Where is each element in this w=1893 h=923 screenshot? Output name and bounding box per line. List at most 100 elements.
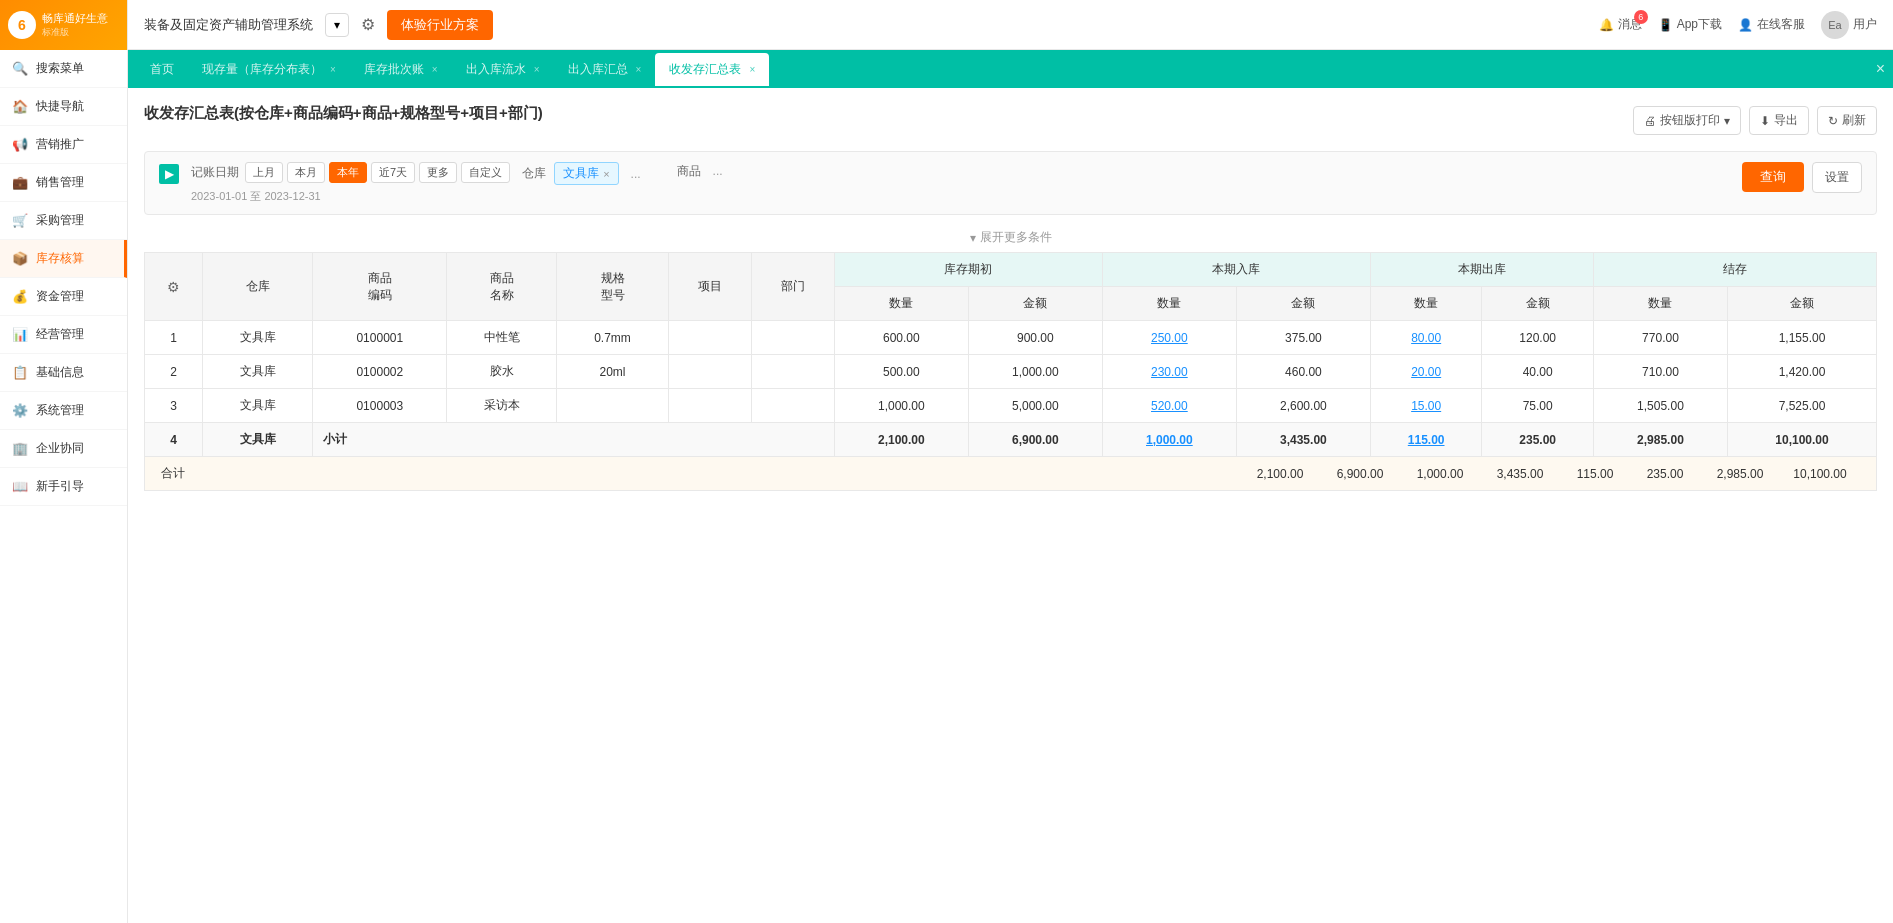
sidebar-item-guide[interactable]: 📖 新手引导 — [0, 468, 127, 506]
sidebar-item-operations[interactable]: 📊 经营管理 — [0, 316, 127, 354]
sidebar-item-finance[interactable]: 💰 资金管理 — [0, 278, 127, 316]
th-opening-qty: 数量 — [834, 287, 968, 321]
filter-warehouse-tag-close[interactable]: × — [603, 168, 609, 180]
export-button[interactable]: ⬇ 导出 — [1749, 106, 1809, 135]
row-open-qty: 1,000.00 — [834, 389, 968, 423]
subtotal-warehouse: 文具库 — [203, 423, 313, 457]
filter-btn-this-month[interactable]: 本月 — [287, 162, 325, 183]
tab-flow-close[interactable]: × — [534, 64, 540, 75]
sidebar-item-system[interactable]: ⚙️ 系统管理 — [0, 392, 127, 430]
system-dropdown[interactable]: ▾ — [325, 13, 349, 37]
sidebar-item-basicinfo[interactable]: 📋 基础信息 — [0, 354, 127, 392]
sidebar-item-sales[interactable]: 💼 销售管理 — [0, 164, 127, 202]
tab-batch-label: 库存批次账 — [364, 61, 424, 78]
sidebar-item-inventory-label: 库存核算 — [36, 250, 84, 267]
sidebar-item-basicinfo-label: 基础信息 — [36, 364, 84, 381]
th-project: 项目 — [668, 253, 751, 321]
tabbar: 首页 现存量（库存分布表） × 库存批次账 × 出入库流水 × 出入库汇总 × … — [128, 50, 1893, 88]
filter-warehouse-tag[interactable]: 文具库 × — [554, 162, 618, 185]
row-dept — [751, 355, 834, 389]
footer-out-qty: 115.00 — [1560, 467, 1630, 481]
row-out-qty[interactable]: 20.00 — [1370, 355, 1482, 389]
tab-summary-close[interactable]: × — [636, 64, 642, 75]
filter-warehouse-label: 仓库 — [522, 165, 546, 182]
search-icon: 🔍 — [12, 61, 28, 77]
sidebar-item-search[interactable]: 🔍 搜索菜单 — [0, 50, 127, 88]
row-spec — [557, 389, 669, 423]
subtotal-close-amt: 10,100.00 — [1727, 423, 1876, 457]
settings-button[interactable]: 设置 — [1812, 162, 1862, 193]
tab-receive-send-close[interactable]: × — [749, 64, 755, 75]
close-all-tabs[interactable]: × — [1876, 60, 1885, 78]
tab-inventory-dist-close[interactable]: × — [330, 64, 336, 75]
filter-btn-this-year[interactable]: 本年 — [329, 162, 367, 183]
row-open-qty: 500.00 — [834, 355, 968, 389]
tab-flow[interactable]: 出入库流水 × — [452, 53, 554, 86]
row-in-qty[interactable]: 520.00 — [1102, 389, 1236, 423]
sidebar-item-quicknav[interactable]: 🏠 快捷导航 — [0, 88, 127, 126]
filter-warehouse-more[interactable]: ... — [627, 165, 645, 183]
tab-home[interactable]: 首页 — [136, 53, 188, 86]
subtotal-row: 4 文具库 小计 2,100.00 6,900.00 1,000.00 3,43… — [145, 423, 1877, 457]
row-out-amt: 120.00 — [1482, 321, 1594, 355]
experience-button[interactable]: 体验行业方案 — [387, 10, 493, 40]
subtotal-out-qty[interactable]: 115.00 — [1370, 423, 1482, 457]
main-content: 装备及固定资产辅助管理系统 ▾ ⚙ 体验行业方案 🔔 6 消息 📱 App下载 … — [128, 0, 1893, 923]
filter-arrow[interactable]: ▶ — [159, 164, 179, 184]
filter-btn-custom[interactable]: 自定义 — [461, 162, 510, 183]
filter-btn-last-month[interactable]: 上月 — [245, 162, 283, 183]
app-download-item[interactable]: 📱 App下载 — [1658, 16, 1722, 33]
bell-icon: 🔔 — [1599, 18, 1614, 32]
footer-close-qty: 2,985.00 — [1700, 467, 1780, 481]
tab-batch[interactable]: 库存批次账 × — [350, 53, 452, 86]
filter-btn-7days[interactable]: 近7天 — [371, 162, 415, 183]
table-row: 1 文具库 0100001 中性笔 0.7mm 600.00 900.00 25… — [145, 321, 1877, 355]
print-label: 按钮版打印 — [1660, 112, 1720, 129]
tab-home-label: 首页 — [150, 61, 174, 78]
filter-btn-more[interactable]: 更多 — [419, 162, 457, 183]
notification-item[interactable]: 🔔 6 消息 — [1599, 16, 1642, 33]
sidebar-item-system-label: 系统管理 — [36, 402, 84, 419]
filter-warehouse-section: 仓库 文具库 × ... — [522, 162, 644, 185]
row-close-qty: 710.00 — [1593, 355, 1727, 389]
user-item[interactable]: Ea 用户 — [1821, 11, 1877, 39]
row-close-qty: 1,505.00 — [1593, 389, 1727, 423]
table-row: 2 文具库 0100002 胶水 20ml 500.00 1,000.00 23… — [145, 355, 1877, 389]
tab-receive-send[interactable]: 收发存汇总表 × — [655, 53, 769, 86]
row-spec: 20ml — [557, 355, 669, 389]
row-in-qty[interactable]: 230.00 — [1102, 355, 1236, 389]
row-close-amt: 1,420.00 — [1727, 355, 1876, 389]
row-out-amt: 40.00 — [1482, 355, 1594, 389]
tab-summary[interactable]: 出入库汇总 × — [554, 53, 656, 86]
print-button[interactable]: 🖨 按钮版打印 ▾ — [1633, 106, 1741, 135]
row-warehouse: 文具库 — [203, 321, 313, 355]
sidebar-item-quicknav-label: 快捷导航 — [36, 98, 84, 115]
refresh-button[interactable]: ↻ 刷新 — [1817, 106, 1877, 135]
query-button[interactable]: 查询 — [1742, 162, 1804, 192]
table-settings-icon[interactable]: ⚙ — [167, 279, 180, 295]
tab-batch-close[interactable]: × — [432, 64, 438, 75]
row-out-qty[interactable]: 15.00 — [1370, 389, 1482, 423]
sidebar-logo: 6 畅库通好生意 标准版 — [0, 0, 127, 50]
subtotal-in-qty[interactable]: 1,000.00 — [1102, 423, 1236, 457]
th-settings[interactable]: ⚙ — [145, 253, 203, 321]
filter-goods-more[interactable]: ... — [709, 162, 727, 180]
footer-label: 合计 — [161, 465, 185, 482]
sidebar-item-enterprise[interactable]: 🏢 企业协同 — [0, 430, 127, 468]
row-in-qty[interactable]: 250.00 — [1102, 321, 1236, 355]
sidebar-item-marketing[interactable]: 📢 营销推广 — [0, 126, 127, 164]
data-table: ⚙ 仓库 商品编码 商品名称 规格型号 项目 部门 库存期初 本期入库 本期出库… — [144, 252, 1877, 457]
tab-inventory-dist[interactable]: 现存量（库存分布表） × — [188, 53, 350, 86]
expand-conditions-button[interactable]: ▾ 展开更多条件 — [970, 229, 1052, 246]
refresh-icon: ↻ — [1828, 114, 1838, 128]
expand-label: 展开更多条件 — [980, 229, 1052, 246]
page-title: 收发存汇总表(按仓库+商品编码+商品+规格型号+项目+部门) — [144, 104, 543, 123]
row-open-amt: 900.00 — [968, 321, 1102, 355]
print-dropdown-icon: ▾ — [1724, 114, 1730, 128]
gear-icon[interactable]: ⚙ — [361, 15, 375, 34]
row-out-qty[interactable]: 80.00 — [1370, 321, 1482, 355]
sidebar-item-inventory[interactable]: 📦 库存核算 — [0, 240, 127, 278]
sidebar-item-purchase[interactable]: 🛒 采购管理 — [0, 202, 127, 240]
online-service-item[interactable]: 👤 在线客服 — [1738, 16, 1805, 33]
th-department: 部门 — [751, 253, 834, 321]
